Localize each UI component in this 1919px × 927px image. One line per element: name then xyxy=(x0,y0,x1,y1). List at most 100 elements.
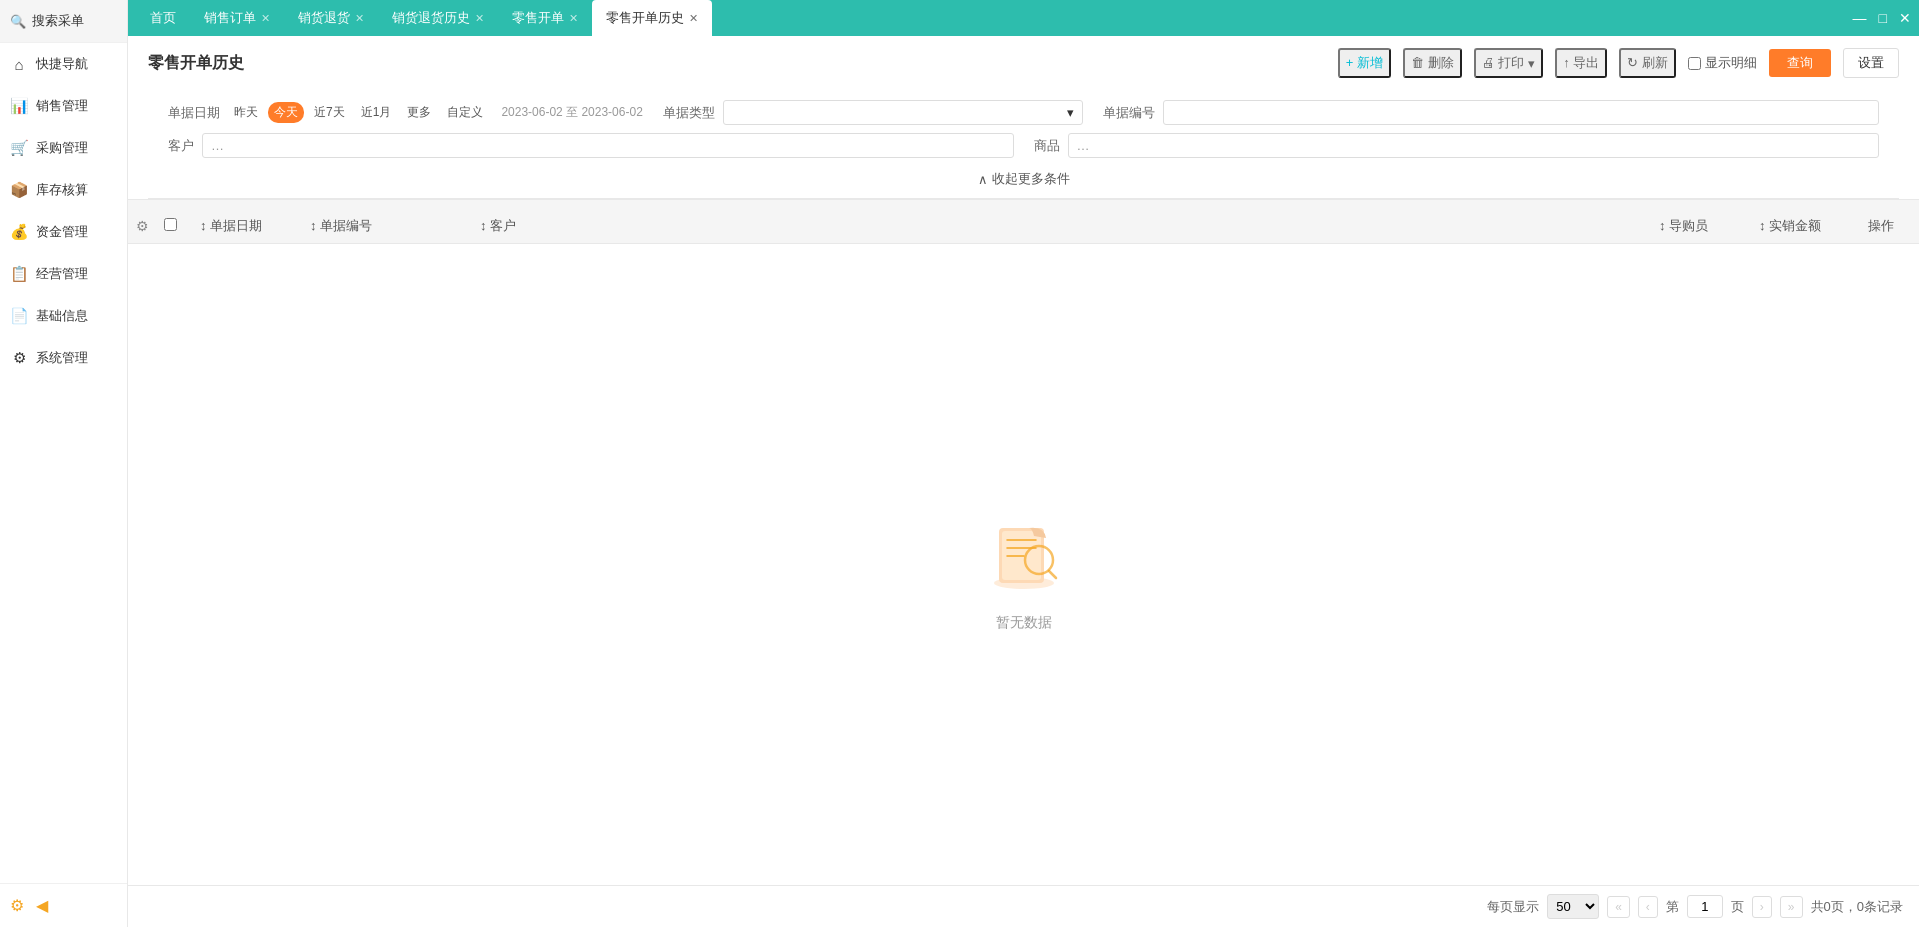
tab-close-sales-return-history[interactable]: ✕ xyxy=(475,12,484,25)
date-opt-今天[interactable]: 今天 xyxy=(268,102,304,123)
window-controls: — □ ✕ xyxy=(1853,10,1911,26)
customer-filter-select[interactable]: … xyxy=(202,133,1014,158)
page-header: 零售开单历史 + 新增 🗑 删除 🖨 打印 ▾ ↑ 导出 ↻ 刷新 显示明细 查… xyxy=(128,36,1919,200)
print-button[interactable]: 🖨 打印 ▾ xyxy=(1474,48,1544,78)
minimize-btn[interactable]: — xyxy=(1853,10,1867,26)
last-page-btn[interactable]: » xyxy=(1780,896,1803,918)
sidebar-item-basic-info[interactable]: 📄基础信息 xyxy=(0,295,127,337)
tab-close-retail-open[interactable]: ✕ xyxy=(569,12,578,25)
col-date[interactable]: ↕ 单据日期 xyxy=(192,217,302,235)
first-page-btn[interactable]: « xyxy=(1607,896,1630,918)
col-date-label: ↕ 单据日期 xyxy=(200,217,262,235)
tab-sales-return[interactable]: 销货退货 ✕ xyxy=(284,0,378,36)
page-prefix-label: 第 xyxy=(1666,898,1679,916)
sidebar-icon-quick-nav: ⌂ xyxy=(10,56,28,73)
content-area: 零售开单历史 + 新增 🗑 删除 🖨 打印 ▾ ↑ 导出 ↻ 刷新 显示明细 查… xyxy=(128,36,1919,927)
table-select-all[interactable] xyxy=(164,218,192,234)
sidebar-item-sales-mgmt[interactable]: 📊销售管理 xyxy=(0,85,127,127)
table-header: ⚙ ↕ 单据日期 ↕ 单据编号 ↕ 客户 ↕ 导购员 ↕ 实销金额 xyxy=(128,208,1919,244)
collapse-icon: ∧ xyxy=(978,172,988,187)
query-button[interactable]: 查询 xyxy=(1769,49,1831,77)
add-button[interactable]: + 新增 xyxy=(1338,48,1391,78)
date-opt-近7天[interactable]: 近7天 xyxy=(308,102,351,123)
col-amount[interactable]: ↕ 实销金额 xyxy=(1751,217,1851,235)
display-detail-checkbox[interactable] xyxy=(1688,57,1701,70)
goods-filter-select[interactable]: … xyxy=(1068,133,1880,158)
date-opt-昨天[interactable]: 昨天 xyxy=(228,102,264,123)
settings-icon[interactable]: ⚙ xyxy=(10,896,24,915)
tab-close-sales-order[interactable]: ✕ xyxy=(261,12,270,25)
number-filter-group: 单据编号 xyxy=(1103,100,1879,125)
collapse-button[interactable]: ∧ 收起更多条件 xyxy=(978,170,1070,188)
sidebar-search[interactable]: 🔍 搜索采单 xyxy=(0,0,127,43)
sidebar-icon-inventory: 📦 xyxy=(10,181,28,199)
delete-button[interactable]: 🗑 删除 xyxy=(1403,48,1462,78)
empty-text: 暂无数据 xyxy=(996,614,1052,632)
collapse-sidebar-icon[interactable]: ◀ xyxy=(36,896,48,915)
date-opt-自定义[interactable]: 自定义 xyxy=(441,102,489,123)
sidebar-item-purchase-mgmt[interactable]: 🛒采购管理 xyxy=(0,127,127,169)
display-detail-checkbox-label[interactable]: 显示明细 xyxy=(1688,54,1757,72)
export-button[interactable]: ↑ 导出 xyxy=(1555,48,1607,78)
sidebar-label-finance: 资金管理 xyxy=(36,223,88,241)
print-arrow-icon: ▾ xyxy=(1528,56,1535,71)
tab-close-sales-return[interactable]: ✕ xyxy=(355,12,364,25)
tab-label-retail-open-history: 零售开单历史 xyxy=(606,9,684,27)
sidebar-icon-operations: 📋 xyxy=(10,265,28,283)
type-filter-label: 单据类型 xyxy=(663,104,715,122)
close-btn[interactable]: ✕ xyxy=(1899,10,1911,26)
settings-button[interactable]: 设置 xyxy=(1843,48,1899,78)
number-filter-input[interactable] xyxy=(1163,100,1879,125)
customer-filter-group: 客户 … xyxy=(168,133,1014,158)
search-icon: 🔍 xyxy=(10,14,26,29)
sidebar-icon-sys-mgmt: ⚙ xyxy=(10,349,28,367)
per-page-label: 每页显示 xyxy=(1487,898,1539,916)
maximize-btn[interactable]: □ xyxy=(1879,10,1887,26)
date-opt-近1月[interactable]: 近1月 xyxy=(355,102,398,123)
per-page-select[interactable]: 50 20 100 xyxy=(1547,894,1599,919)
sidebar-item-finance[interactable]: 💰 资金管理 xyxy=(0,211,127,253)
tab-close-retail-open-history[interactable]: ✕ xyxy=(689,12,698,25)
col-number[interactable]: ↕ 单据编号 xyxy=(302,217,472,235)
date-opt-更多[interactable]: 更多 xyxy=(401,102,437,123)
tab-label-home: 首页 xyxy=(150,9,176,27)
sidebar-icon-finance: 💰 xyxy=(10,223,28,241)
sidebar-item-inventory[interactable]: 📦 库存核算 xyxy=(0,169,127,211)
sidebar-icon-purchase-mgmt: 🛒 xyxy=(10,139,28,157)
date-filter-label: 单据日期 xyxy=(168,104,220,122)
total-label: 共0页，0条记录 xyxy=(1811,898,1903,916)
number-filter-label: 单据编号 xyxy=(1103,104,1155,122)
next-page-btn[interactable]: › xyxy=(1752,896,1772,918)
table-settings-icon[interactable]: ⚙ xyxy=(136,218,164,234)
date-options: 昨天今天近7天近1月更多自定义 xyxy=(228,102,489,123)
col-guide[interactable]: ↕ 导购员 xyxy=(1651,217,1751,235)
refresh-button[interactable]: ↻ 刷新 xyxy=(1619,48,1676,78)
col-customer[interactable]: ↕ 客户 xyxy=(472,217,1651,235)
tab-retail-open[interactable]: 零售开单 ✕ xyxy=(498,0,592,36)
type-filter-arrow: ▾ xyxy=(1067,105,1074,120)
col-amount-label: ↕ 实销金额 xyxy=(1759,217,1821,235)
sidebar-label-inventory: 库存核算 xyxy=(36,181,88,199)
select-all-checkbox[interactable] xyxy=(164,218,177,231)
type-filter-select[interactable]: ▾ xyxy=(723,100,1083,125)
tab-sales-return-history[interactable]: 销货退货历史 ✕ xyxy=(378,0,498,36)
tab-sales-order[interactable]: 销售订单 ✕ xyxy=(190,0,284,36)
customer-filter-ellipsis: … xyxy=(211,138,224,153)
main-area: 首页销售订单 ✕销货退货 ✕销货退货历史 ✕零售开单 ✕零售开单历史 ✕ — □… xyxy=(128,0,1919,927)
sidebar-label-operations: 经营管理 xyxy=(36,265,88,283)
sidebar-item-quick-nav[interactable]: ⌂快捷导航 xyxy=(0,43,127,85)
tab-home[interactable]: 首页 xyxy=(136,0,190,36)
empty-illustration xyxy=(974,498,1074,598)
sidebar-icon-basic-info: 📄 xyxy=(10,307,28,325)
page-number-input[interactable] xyxy=(1687,895,1723,918)
sidebar-item-operations[interactable]: 📋 经营管理 xyxy=(0,253,127,295)
goods-filter-label: 商品 xyxy=(1034,137,1060,155)
display-detail-label: 显示明细 xyxy=(1705,54,1757,72)
sidebar-item-sys-mgmt[interactable]: ⚙系统管理 xyxy=(0,337,127,379)
type-filter-group: 单据类型 ▾ xyxy=(663,100,1083,125)
page-title: 零售开单历史 xyxy=(148,53,244,74)
tab-retail-open-history[interactable]: 零售开单历史 ✕ xyxy=(592,0,712,36)
filter-area: 单据日期 昨天今天近7天近1月更多自定义 2023-06-02 至 2023-0… xyxy=(148,90,1899,199)
svg-line-7 xyxy=(1049,571,1056,578)
prev-page-btn[interactable]: ‹ xyxy=(1638,896,1658,918)
